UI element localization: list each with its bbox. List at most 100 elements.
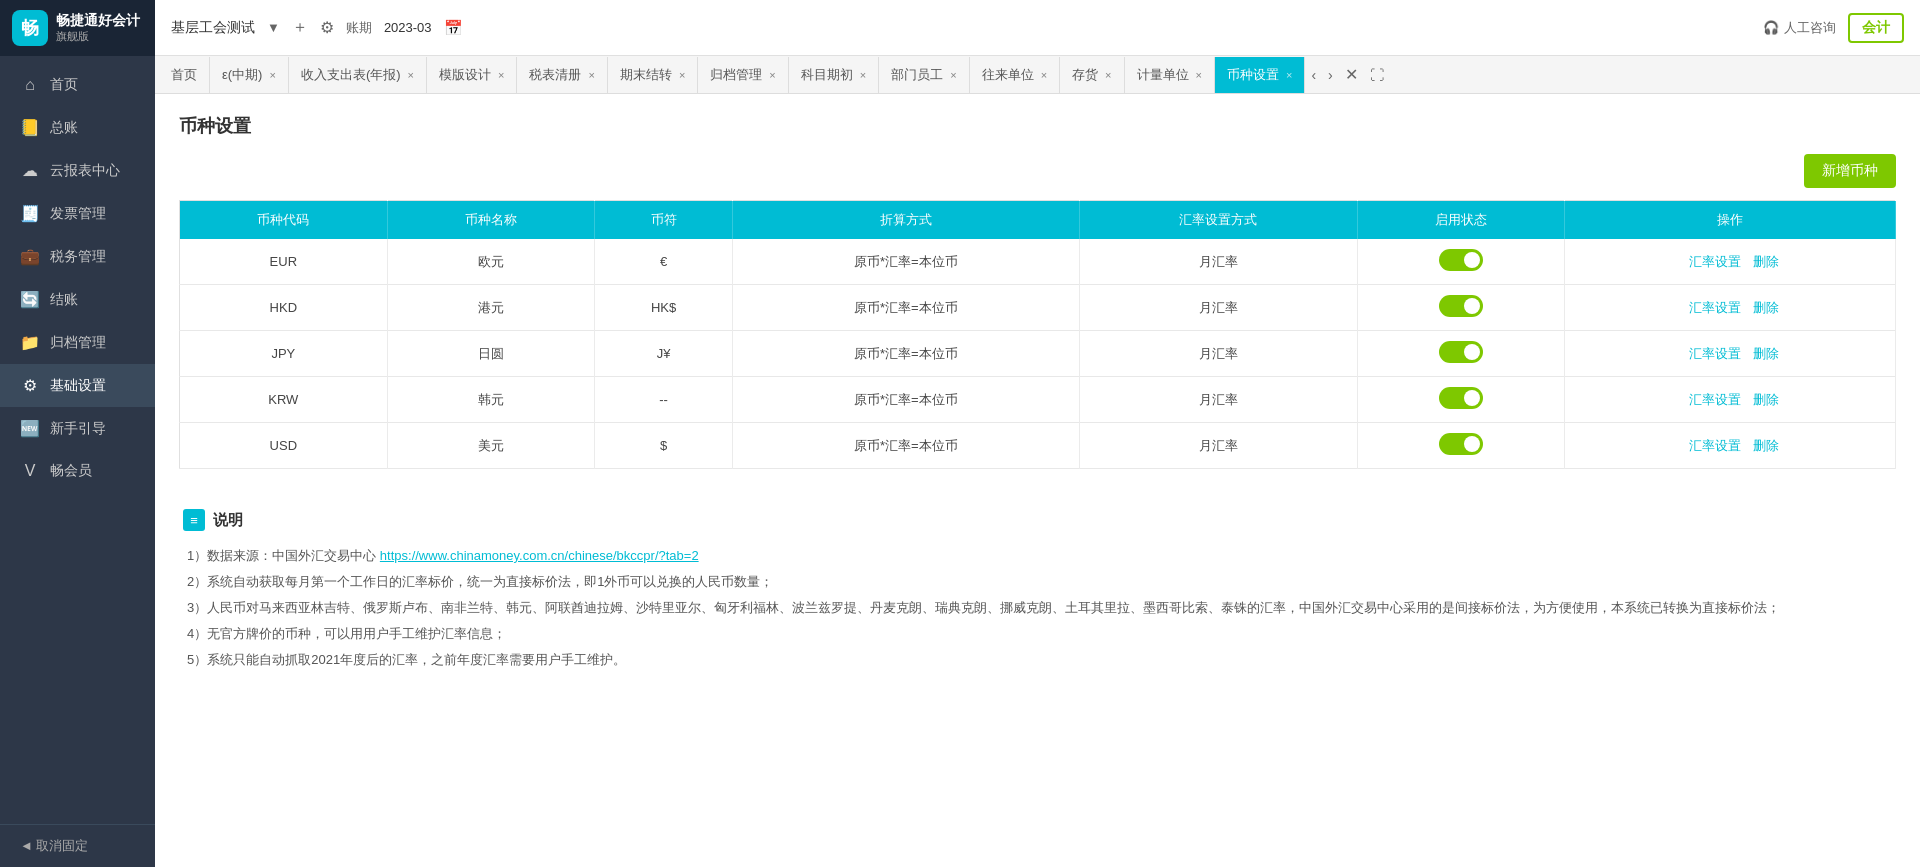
delete-link-4[interactable]: 删除 xyxy=(1753,438,1779,453)
col-header-calc: 折算方式 xyxy=(732,201,1079,240)
cell-toggle-1 xyxy=(1357,285,1565,331)
tab-taxclear-close[interactable]: × xyxy=(588,69,594,81)
cell-actions-3: 汇率设置 删除 xyxy=(1565,377,1896,423)
sidebar-label-checkout: 结账 xyxy=(50,291,78,309)
tab-home[interactable]: 首页 xyxy=(159,57,210,93)
tab-template-close[interactable]: × xyxy=(498,69,504,81)
tab-inventory[interactable]: 存货 × xyxy=(1060,57,1124,93)
delete-link-0[interactable]: 删除 xyxy=(1753,254,1779,269)
enable-toggle-2[interactable] xyxy=(1439,341,1483,363)
note-link[interactable]: https://www.chinamoney.com.cn/chinese/bk… xyxy=(380,548,699,563)
tab-contacts-close[interactable]: × xyxy=(1041,69,1047,81)
rate-setting-link-1[interactable]: 汇率设置 xyxy=(1689,300,1741,315)
sidebar-item-invoice[interactable]: 🧾 发票管理 xyxy=(0,192,155,235)
tab-unit[interactable]: 计量单位 × xyxy=(1125,57,1215,93)
cell-symbol-2: J¥ xyxy=(595,331,733,377)
sidebar-item-archive[interactable]: 📁 归档管理 xyxy=(0,321,155,364)
sidebar-item-home[interactable]: ⌂ 首页 xyxy=(0,64,155,106)
tab-taxclear-label: 税表清册 xyxy=(529,66,581,84)
note-item: 4）无官方牌价的币种，可以用用户手工维护汇率信息； xyxy=(187,621,1892,647)
enable-toggle-4[interactable] xyxy=(1439,433,1483,455)
cell-calc-3: 原币*汇率=本位币 xyxy=(732,377,1079,423)
tab-period-close[interactable]: × xyxy=(679,69,685,81)
tab-taxclear[interactable]: 税表清册 × xyxy=(517,57,607,93)
tab-unit-close[interactable]: × xyxy=(1196,69,1202,81)
sidebar-item-member[interactable]: V 畅会员 xyxy=(0,450,155,492)
rate-setting-link-0[interactable]: 汇率设置 xyxy=(1689,254,1741,269)
tab-currency-close[interactable]: × xyxy=(1286,69,1292,81)
sidebar-item-reports[interactable]: ☁ 云报表中心 xyxy=(0,149,155,192)
period-label: 账期 xyxy=(346,19,372,37)
tab-subject[interactable]: 科目期初 × xyxy=(789,57,879,93)
top-header: 基层工会测试 ▼ ＋ ⚙ 账期 2023-03 📅 🎧 人工咨询 会计 xyxy=(155,0,1920,56)
add-tab-button[interactable]: ＋ xyxy=(292,17,308,38)
rate-setting-link-4[interactable]: 汇率设置 xyxy=(1689,438,1741,453)
rate-setting-link-2[interactable]: 汇率设置 xyxy=(1689,346,1741,361)
note-title-row: ≡ 说明 xyxy=(183,509,1892,531)
tab-department-close[interactable]: × xyxy=(950,69,956,81)
sidebar-item-guide[interactable]: 🆕 新手引导 xyxy=(0,407,155,450)
consult-button[interactable]: 🎧 人工咨询 xyxy=(1763,19,1836,37)
tab-inventory-label: 存货 xyxy=(1072,66,1098,84)
table-row: JPY 日圆 J¥ 原币*汇率=本位币 月汇率 汇率设置 删除 xyxy=(180,331,1896,377)
tab-income[interactable]: 收入支出表(年报) × xyxy=(289,57,427,93)
reports-icon: ☁ xyxy=(20,161,40,180)
new-currency-button[interactable]: 新增币种 xyxy=(1804,154,1896,188)
tab-contacts[interactable]: 往来单位 × xyxy=(970,57,1060,93)
cell-symbol-0: € xyxy=(595,239,733,285)
settings-cog-icon[interactable]: ⚙ xyxy=(320,18,334,37)
cell-symbol-4: $ xyxy=(595,423,733,469)
logo-title: 畅捷通好会计 xyxy=(56,12,140,29)
calendar-icon[interactable]: 📅 xyxy=(444,19,463,37)
account-button[interactable]: 会计 xyxy=(1848,13,1904,43)
cell-toggle-3 xyxy=(1357,377,1565,423)
delete-link-3[interactable]: 删除 xyxy=(1753,392,1779,407)
cell-actions-4: 汇率设置 删除 xyxy=(1565,423,1896,469)
tab-next-button[interactable]: › xyxy=(1322,67,1339,83)
table-row: HKD 港元 HK$ 原币*汇率=本位币 月汇率 汇率设置 删除 xyxy=(180,285,1896,331)
sidebar-item-ledger[interactable]: 📒 总账 xyxy=(0,106,155,149)
sidebar-pin-toggle[interactable]: ◄ 取消固定 xyxy=(0,824,155,867)
rate-setting-link-3[interactable]: 汇率设置 xyxy=(1689,392,1741,407)
delete-link-2[interactable]: 删除 xyxy=(1753,346,1779,361)
sidebar-item-checkout[interactable]: 🔄 结账 xyxy=(0,278,155,321)
tab-subject-label: 科目期初 xyxy=(801,66,853,84)
tab-balance-close[interactable]: × xyxy=(269,69,275,81)
col-header-rate-type: 汇率设置方式 xyxy=(1079,201,1357,240)
note-list: 1）数据来源：中国外汇交易中心 https://www.chinamoney.c… xyxy=(183,543,1892,673)
cell-code-0: EUR xyxy=(180,239,388,285)
tab-prev-button[interactable]: ‹ xyxy=(1305,67,1322,83)
tab-close-all-button[interactable]: ✕ xyxy=(1339,65,1364,84)
archive-icon: 📁 xyxy=(20,333,40,352)
company-dropdown-icon[interactable]: ▼ xyxy=(267,20,280,35)
sidebar-label-tax: 税务管理 xyxy=(50,248,106,266)
tab-archivemgr-close[interactable]: × xyxy=(769,69,775,81)
cell-code-2: JPY xyxy=(180,331,388,377)
tab-template[interactable]: 模版设计 × xyxy=(427,57,517,93)
tab-period[interactable]: 期末结转 × xyxy=(608,57,698,93)
sidebar-label-home: 首页 xyxy=(50,76,78,94)
tab-inventory-close[interactable]: × xyxy=(1105,69,1111,81)
tab-subject-close[interactable]: × xyxy=(860,69,866,81)
tab-department[interactable]: 部门员工 × xyxy=(879,57,969,93)
col-header-symbol: 币符 xyxy=(595,201,733,240)
tab-currency[interactable]: 币种设置 × xyxy=(1215,57,1305,93)
cell-name-3: 韩元 xyxy=(387,377,595,423)
table-row: EUR 欧元 € 原币*汇率=本位币 月汇率 汇率设置 删除 xyxy=(180,239,1896,285)
tab-expand-button[interactable]: ⛶ xyxy=(1364,67,1390,83)
note-section: ≡ 说明 1）数据来源：中国外汇交易中心 https://www.chinamo… xyxy=(179,509,1896,673)
sidebar-item-tax[interactable]: 💼 税务管理 xyxy=(0,235,155,278)
tab-balance[interactable]: ε(中期) × xyxy=(210,57,289,93)
invoice-icon: 🧾 xyxy=(20,204,40,223)
enable-toggle-0[interactable] xyxy=(1439,249,1483,271)
cell-actions-0: 汇率设置 删除 xyxy=(1565,239,1896,285)
tab-archivemgr[interactable]: 归档管理 × xyxy=(698,57,788,93)
sidebar-label-invoice: 发票管理 xyxy=(50,205,106,223)
delete-link-1[interactable]: 删除 xyxy=(1753,300,1779,315)
sidebar-item-settings[interactable]: ⚙ 基础设置 xyxy=(0,364,155,407)
enable-toggle-3[interactable] xyxy=(1439,387,1483,409)
tab-income-close[interactable]: × xyxy=(408,69,414,81)
note-title-text: 说明 xyxy=(213,511,243,530)
cell-calc-1: 原币*汇率=本位币 xyxy=(732,285,1079,331)
enable-toggle-1[interactable] xyxy=(1439,295,1483,317)
